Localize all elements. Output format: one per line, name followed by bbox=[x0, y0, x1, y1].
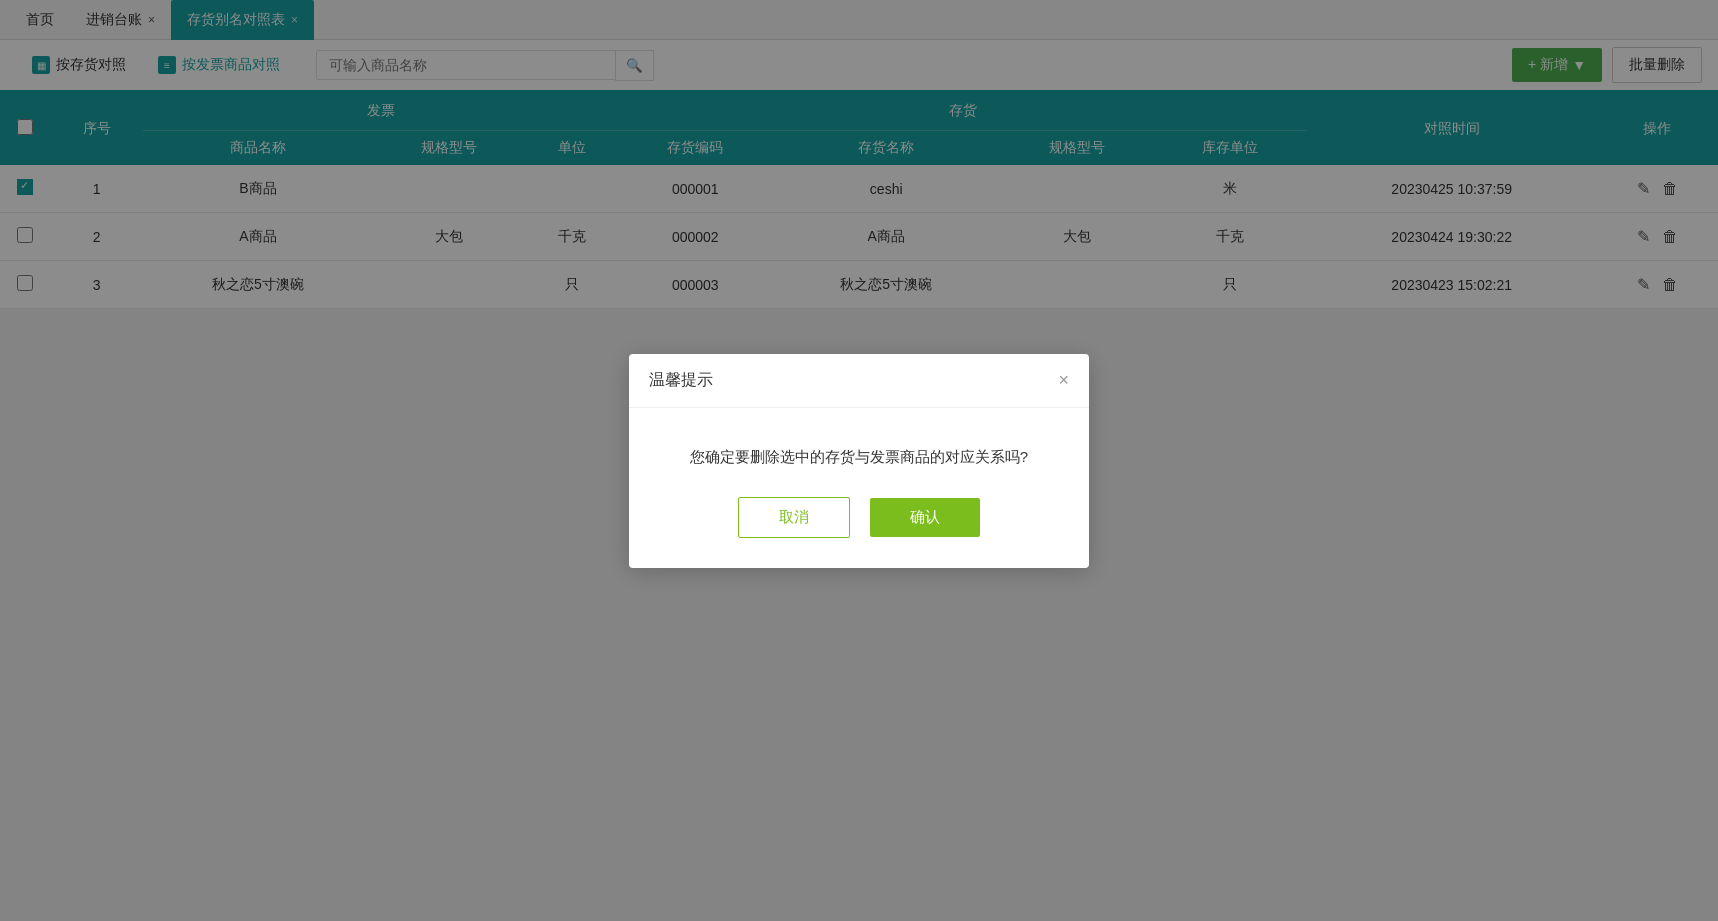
dialog-message: 您确定要删除选中的存货与发票商品的对应关系吗? bbox=[690, 448, 1028, 465]
dialog-header: 温馨提示 × bbox=[629, 354, 1089, 408]
confirm-label: 确认 bbox=[910, 508, 940, 525]
dialog: 温馨提示 × 您确定要删除选中的存货与发票商品的对应关系吗? 取消 确认 bbox=[629, 354, 1089, 568]
dialog-close-button[interactable]: × bbox=[1058, 371, 1069, 389]
dialog-title: 温馨提示 bbox=[649, 370, 713, 391]
confirm-button[interactable]: 确认 bbox=[870, 498, 980, 537]
cancel-button[interactable]: 取消 bbox=[738, 497, 850, 538]
cancel-label: 取消 bbox=[779, 508, 809, 525]
dialog-body: 您确定要删除选中的存货与发票商品的对应关系吗? bbox=[629, 408, 1089, 497]
dialog-footer: 取消 确认 bbox=[629, 497, 1089, 568]
dialog-overlay: 温馨提示 × 您确定要删除选中的存货与发票商品的对应关系吗? 取消 确认 bbox=[0, 0, 1718, 921]
